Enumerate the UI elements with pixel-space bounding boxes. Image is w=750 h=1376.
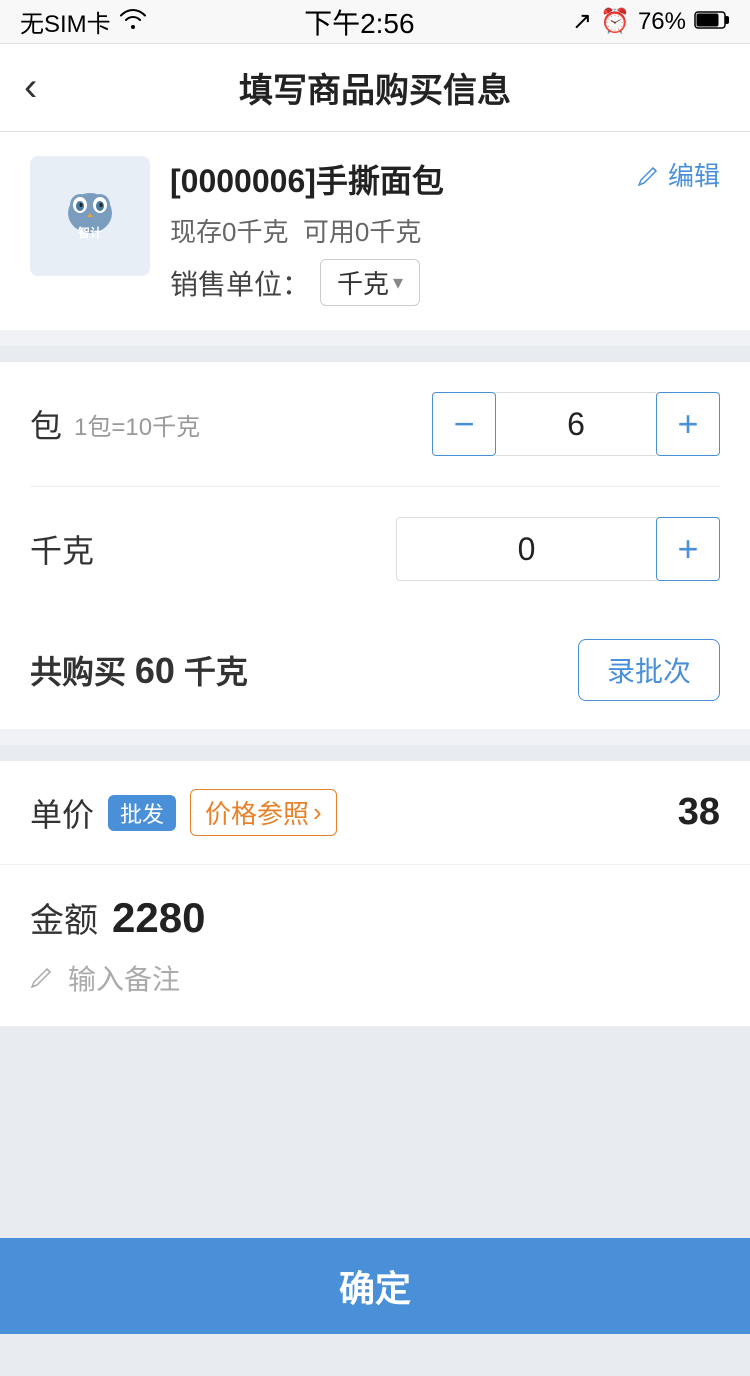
amount-row: 金额 2280 <box>30 893 720 942</box>
page-title: 填写商品购买信息 <box>239 63 511 112</box>
bao-label: 包 1包=10千克 <box>30 401 200 447</box>
note-row[interactable]: 输入备注 <box>30 958 720 998</box>
price-label: 单价 <box>30 790 94 836</box>
price-value: 38 <box>678 791 720 834</box>
pencil-icon <box>30 961 58 996</box>
nav-bar: ‹ 填写商品购买信息 <box>0 44 750 132</box>
total-text: 共购买 60 千克 <box>30 647 248 693</box>
carrier-label: 无SIM卡 <box>20 4 111 39</box>
quantity-bao-row: 包 1包=10千克 − + <box>30 362 720 487</box>
bao-controls: − + <box>432 392 720 456</box>
price-row: 单价 批发 价格参照 › 38 <box>30 789 720 836</box>
amount-label: 金额 <box>30 893 98 942</box>
unit-select[interactable]: 千克 ▾ <box>320 259 420 306</box>
kg-quantity-input[interactable] <box>396 517 656 581</box>
product-card: 智计 [0000006]手撕面包 编辑 现存0千克 可用0千克 销售单位： 千克… <box>0 132 750 330</box>
product-owl-icon: 智计 <box>55 175 125 257</box>
amount-section: 金额 2280 输入备注 <box>0 864 750 1026</box>
battery-icon <box>694 8 730 36</box>
battery-label: 76% <box>638 8 686 36</box>
alarm-icon: ⏰ <box>600 7 630 36</box>
edit-button[interactable]: 编辑 <box>638 156 720 193</box>
quantity-kg-row: 千克 + <box>30 487 720 611</box>
product-name: [0000006]手撕面包 <box>170 156 444 202</box>
location-icon: ↗ <box>572 7 592 36</box>
amount-value: 2280 <box>112 894 205 942</box>
status-time: 下午2:56 <box>304 2 415 42</box>
note-placeholder: 输入备注 <box>68 958 180 998</box>
batch-button[interactable]: 录批次 <box>578 639 720 701</box>
kg-controls: + <box>396 517 720 581</box>
price-ref-button[interactable]: 价格参照 › <box>190 789 337 836</box>
bao-sublabel: 1包=10千克 <box>74 407 200 442</box>
bao-decrement-button[interactable]: − <box>432 392 496 456</box>
status-bar: 无SIM卡 下午2:56 ↗ ⏰ 76% <box>0 0 750 44</box>
separator-1 <box>0 346 750 362</box>
input-section: 包 1包=10千克 − + 千克 + <box>0 362 750 611</box>
confirm-button[interactable]: 确定 <box>0 1238 750 1334</box>
product-info: [0000006]手撕面包 编辑 现存0千克 可用0千克 销售单位： 千克 ▾ <box>170 156 720 306</box>
separator-2 <box>0 745 750 761</box>
product-thumbnail: 智计 <box>30 156 150 276</box>
back-button[interactable]: ‹ <box>24 65 37 110</box>
kg-label: 千克 <box>30 526 94 572</box>
kg-increment-button[interactable]: + <box>656 517 720 581</box>
status-right: ↗ ⏰ 76% <box>572 7 730 36</box>
price-type-tag: 批发 <box>108 795 176 831</box>
bao-quantity-input[interactable] <box>496 392 656 456</box>
status-left: 无SIM卡 <box>20 4 147 39</box>
bao-increment-button[interactable]: + <box>656 392 720 456</box>
price-section: 单价 批发 价格参照 › 38 <box>0 761 750 864</box>
product-stock: 现存0千克 可用0千克 <box>170 212 720 249</box>
wifi-icon <box>119 8 147 36</box>
svg-text:智计: 智计 <box>77 225 102 240</box>
product-unit-row: 销售单位： 千克 ▾ <box>170 259 720 306</box>
total-section: 共购买 60 千克 录批次 <box>0 611 750 729</box>
